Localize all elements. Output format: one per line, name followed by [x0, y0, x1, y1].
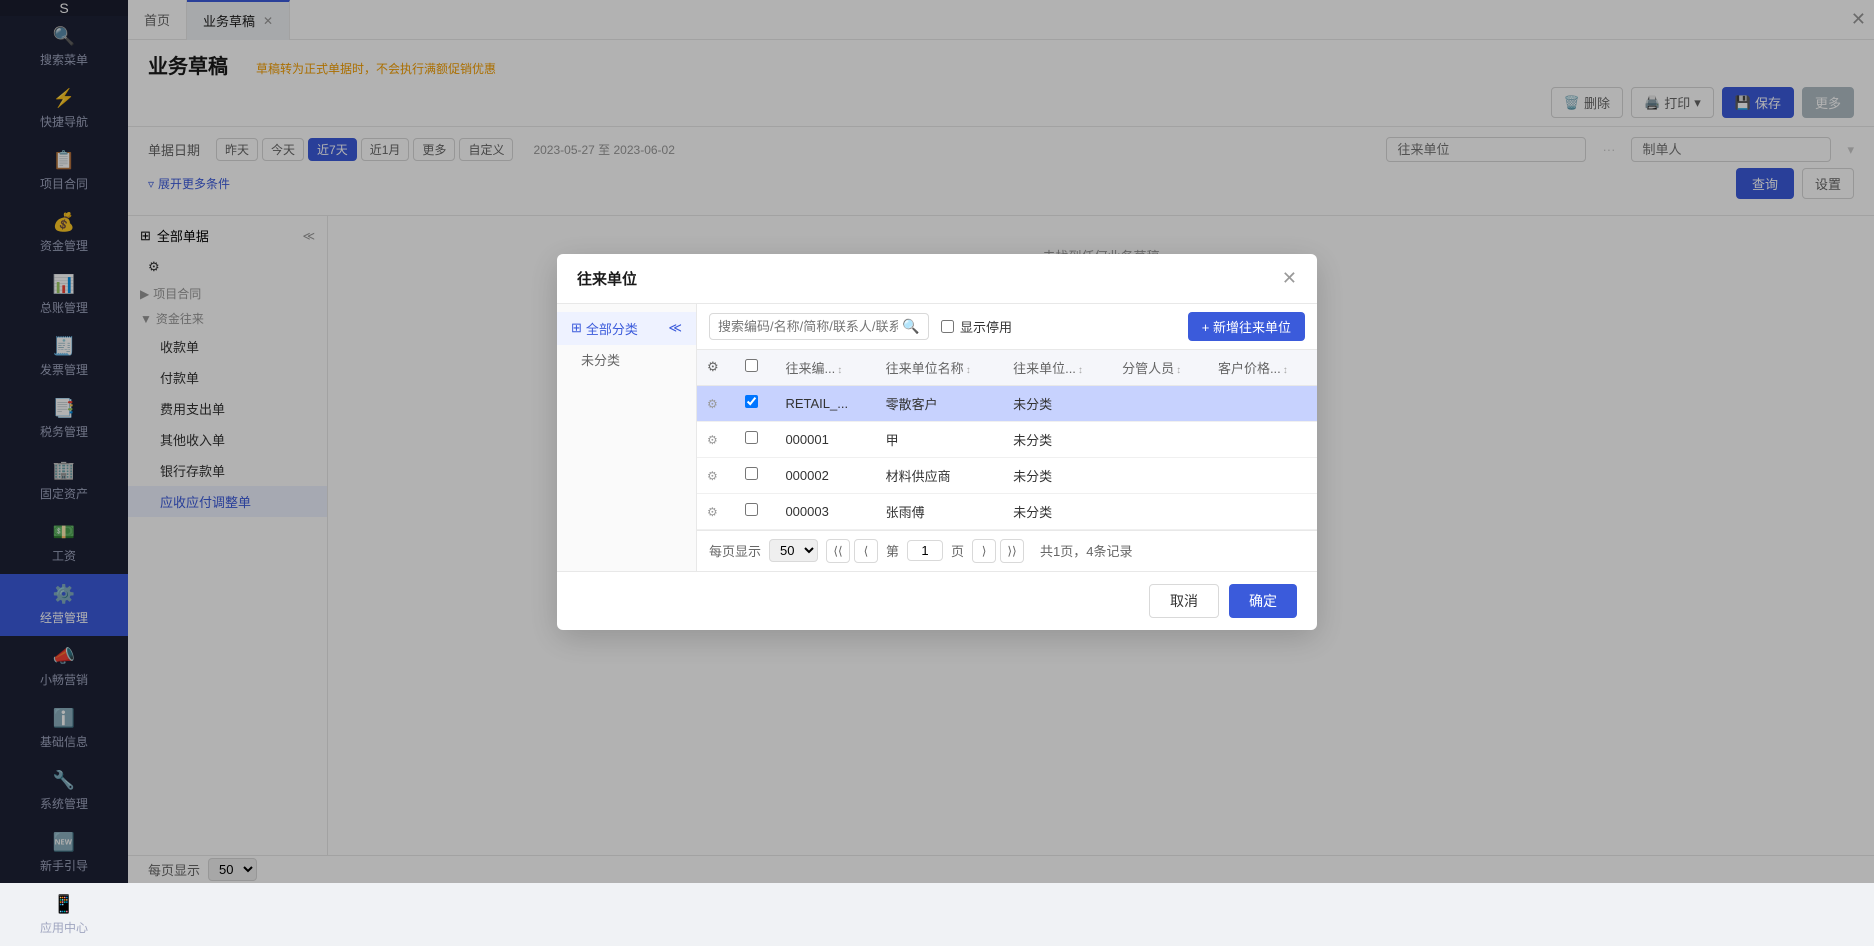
row-name: 材料供应商 [876, 457, 1003, 493]
modal-footer-bar: 每页显示 50 ⟨⟨ ⟨ 第 页 ⟩ ⟩⟩ 共1页，4条记录 [697, 530, 1317, 571]
modal-toolbar: 🔍 显示停用 + 新增往来单位 [697, 304, 1317, 350]
page-number-input[interactable] [907, 540, 943, 561]
modal-table-row[interactable]: ⚙ RETAIL_... 零散客户 未分类 [697, 385, 1317, 421]
modal-actions: 取消 确定 [557, 571, 1317, 630]
row-category: 未分类 [1003, 385, 1112, 421]
modal-table-wrap: ⚙ 往来编...↕ 往来单位名称↕ 往来单位...↕ 分管人员↕ 客户价格...… [697, 350, 1317, 530]
row-actions[interactable]: ⚙ [697, 493, 735, 529]
row-code: RETAIL_... [775, 385, 875, 421]
modal-table: ⚙ 往来编...↕ 往来单位名称↕ 往来单位...↕ 分管人员↕ 客户价格...… [697, 350, 1317, 530]
row-name: 零散客户 [876, 385, 1003, 421]
next-page-button[interactable]: ⟩ [972, 539, 996, 563]
row-category: 未分类 [1003, 421, 1112, 457]
modal-page-size-select[interactable]: 50 [769, 539, 818, 562]
page-total: 共1页，4条记录 [1040, 541, 1132, 560]
modal-sidebar-all-label: 全部分类 [586, 319, 638, 338]
row-checkbox[interactable] [735, 493, 775, 529]
row-manager [1112, 421, 1208, 457]
modal-body: ⊞ 全部分类 ≪ 未分类 🔍 显示停用 [557, 304, 1317, 571]
modal-table-row[interactable]: ⚙ 000003 张雨傅 未分类 [697, 493, 1317, 529]
last-page-button[interactable]: ⟩⟩ [1000, 539, 1024, 563]
row-category: 未分类 [1003, 493, 1112, 529]
sort-icon-price: ↕ [1283, 365, 1288, 376]
prev-page-button[interactable]: ⟨ [854, 539, 878, 563]
modal-close-button[interactable]: ✕ [1282, 268, 1297, 289]
modal-backdrop[interactable]: 往来单位 ✕ ⊞ 全部分类 ≪ 未分类 🔍 [0, 0, 1874, 883]
row-checkbox[interactable] [735, 385, 775, 421]
pagination: ⟨⟨ ⟨ 第 页 ⟩ ⟩⟩ [826, 539, 1024, 563]
col-name: 往来单位名称↕ [876, 350, 1003, 386]
row-actions[interactable]: ⚙ [697, 457, 735, 493]
page-label-first: 第 [886, 541, 899, 560]
row-price [1208, 385, 1317, 421]
page-label-second: 页 [951, 541, 964, 560]
search-icon: 🔍 [902, 318, 919, 335]
row-manager [1112, 457, 1208, 493]
modal-sidebar: ⊞ 全部分类 ≪ 未分类 [557, 304, 697, 571]
row-price [1208, 457, 1317, 493]
col-category: 往来单位...↕ [1003, 350, 1112, 386]
settings-icon: ⚙ [707, 359, 719, 374]
row-select-checkbox[interactable] [745, 467, 758, 480]
modal-search-input[interactable] [718, 319, 898, 334]
show-disabled-text: 显示停用 [960, 317, 1012, 336]
select-all-checkbox[interactable] [745, 359, 758, 372]
row-name: 张雨傅 [876, 493, 1003, 529]
row-price [1208, 421, 1317, 457]
cancel-button[interactable]: 取消 [1149, 584, 1219, 618]
sort-icon-code: ↕ [837, 365, 842, 376]
show-disabled-checkbox[interactable] [941, 320, 954, 333]
col-settings[interactable]: ⚙ [697, 350, 735, 386]
sort-icon-name: ↕ [966, 365, 971, 376]
col-checkbox[interactable] [735, 350, 775, 386]
modal-table-row[interactable]: ⚙ 000001 甲 未分类 [697, 421, 1317, 457]
confirm-button[interactable]: 确定 [1229, 584, 1297, 618]
modal-sidebar-all[interactable]: ⊞ 全部分类 ≪ [557, 312, 696, 345]
modal-search-box[interactable]: 🔍 [709, 313, 929, 340]
row-code: 000002 [775, 457, 875, 493]
row-checkbox[interactable] [735, 457, 775, 493]
show-disabled-label[interactable]: 显示停用 [941, 317, 1012, 336]
row-code: 000001 [775, 421, 875, 457]
partner-modal: 往来单位 ✕ ⊞ 全部分类 ≪ 未分类 🔍 [557, 254, 1317, 630]
sort-icon-category: ↕ [1078, 365, 1083, 376]
modal-header: 往来单位 ✕ [557, 254, 1317, 304]
page-size-label: 每页显示 [709, 541, 761, 560]
row-checkbox[interactable] [735, 421, 775, 457]
add-partner-button[interactable]: + 新增往来单位 [1188, 312, 1305, 341]
sidebar-item-app-center[interactable]: 📱 应用中心 [0, 884, 128, 946]
row-price [1208, 493, 1317, 529]
sort-icon-manager: ↕ [1176, 365, 1181, 376]
modal-table-header-row: ⚙ 往来编...↕ 往来单位名称↕ 往来单位...↕ 分管人员↕ 客户价格...… [697, 350, 1317, 386]
app-center-icon: 📱 [53, 894, 75, 915]
col-manager: 分管人员↕ [1112, 350, 1208, 386]
modal-main: 🔍 显示停用 + 新增往来单位 ⚙ [697, 304, 1317, 571]
sidebar-item-label: 应用中心 [40, 919, 88, 936]
row-name: 甲 [876, 421, 1003, 457]
modal-sidebar-uncategorized[interactable]: 未分类 [557, 345, 696, 374]
row-select-checkbox[interactable] [745, 395, 758, 408]
row-actions[interactable]: ⚙ [697, 385, 735, 421]
row-manager [1112, 493, 1208, 529]
row-code: 000003 [775, 493, 875, 529]
modal-table-row[interactable]: ⚙ 000002 材料供应商 未分类 [697, 457, 1317, 493]
modal-title: 往来单位 [577, 268, 637, 289]
row-actions[interactable]: ⚙ [697, 421, 735, 457]
row-select-checkbox[interactable] [745, 503, 758, 516]
modal-sidebar-collapse-icon[interactable]: ≪ [668, 320, 682, 336]
col-code: 往来编...↕ [775, 350, 875, 386]
first-page-button[interactable]: ⟨⟨ [826, 539, 850, 563]
row-category: 未分类 [1003, 457, 1112, 493]
col-price: 客户价格...↕ [1208, 350, 1317, 386]
row-select-checkbox[interactable] [745, 431, 758, 444]
grid-icon2: ⊞ [571, 320, 582, 336]
row-manager [1112, 385, 1208, 421]
